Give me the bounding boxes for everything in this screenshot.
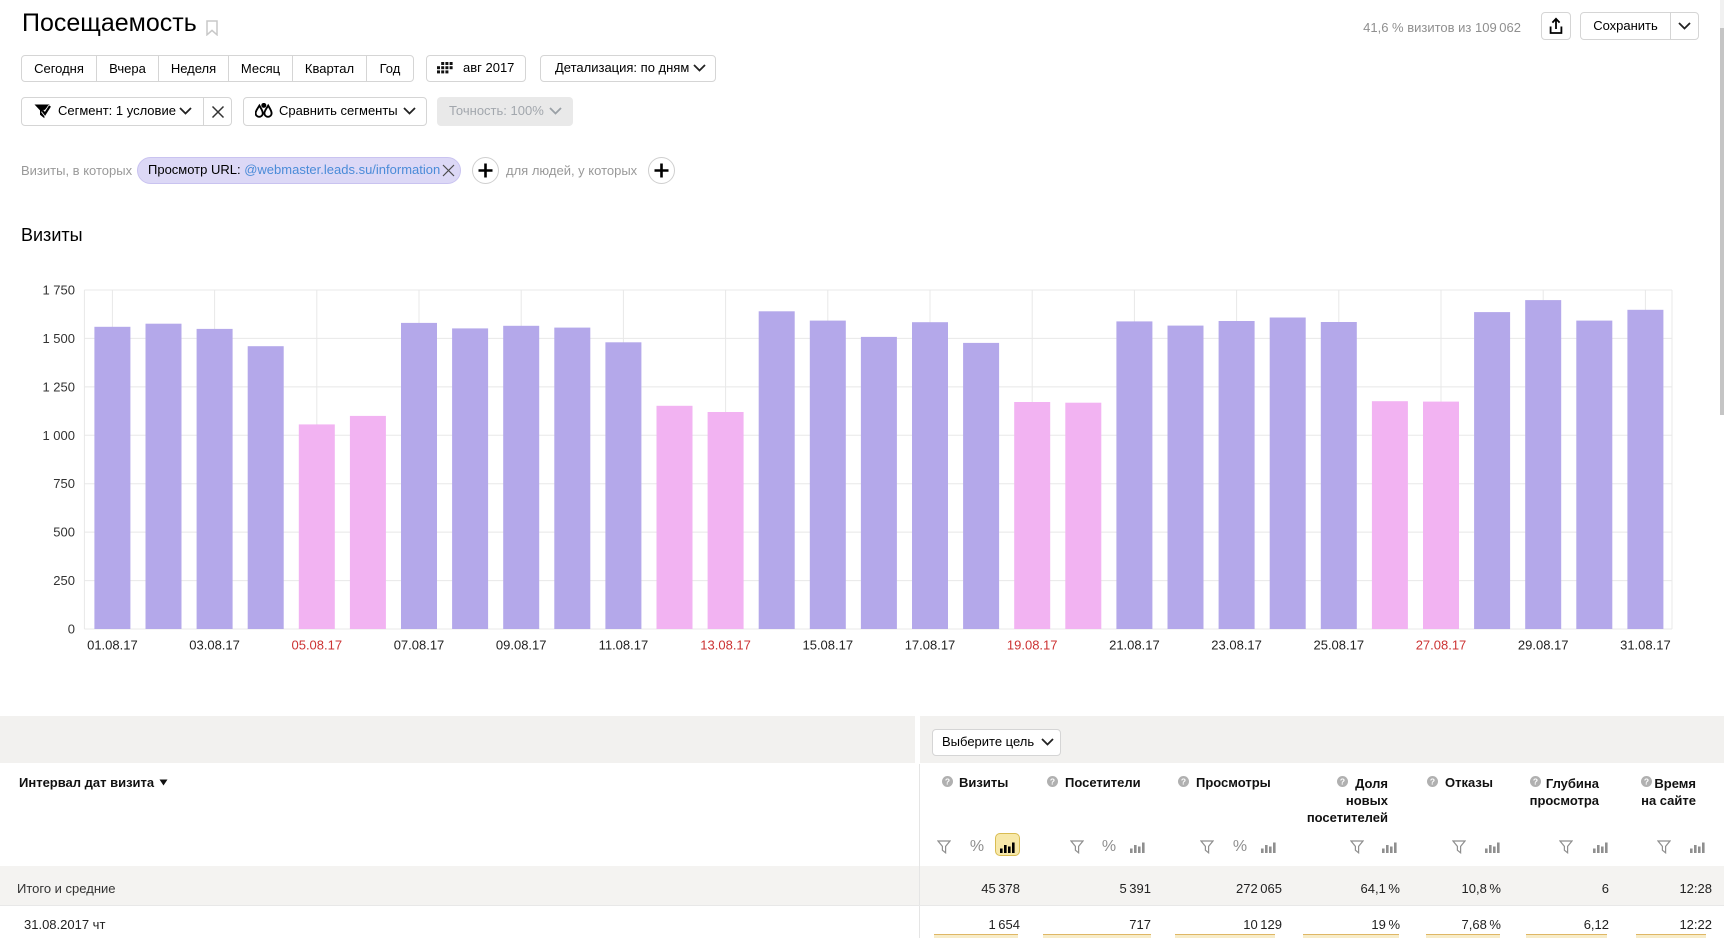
svg-text:09.08.17: 09.08.17 (496, 638, 547, 653)
svg-text:750: 750 (53, 476, 75, 491)
svg-text:?: ? (945, 777, 950, 787)
svg-text:31.08.17: 31.08.17 (1620, 638, 1671, 653)
svg-text:500: 500 (53, 525, 75, 540)
svg-text:07.08.17: 07.08.17 (394, 638, 445, 653)
svg-text:1 750: 1 750 (42, 283, 75, 298)
svg-text:19.08.17: 19.08.17 (1007, 638, 1058, 653)
svg-text:?: ? (1181, 777, 1186, 787)
svg-text:21.08.17: 21.08.17 (1109, 638, 1160, 653)
svg-text:29.08.17: 29.08.17 (1518, 638, 1569, 653)
svg-text:17.08.17: 17.08.17 (905, 638, 956, 653)
svg-text:1 500: 1 500 (42, 331, 75, 346)
svg-text:23.08.17: 23.08.17 (1211, 638, 1262, 653)
svg-text:?: ? (1050, 777, 1055, 787)
svg-text:05.08.17: 05.08.17 (291, 638, 342, 653)
svg-text:250: 250 (53, 573, 75, 588)
svg-text:1 000: 1 000 (42, 428, 75, 443)
svg-text:25.08.17: 25.08.17 (1313, 638, 1364, 653)
svg-text:01.08.17: 01.08.17 (87, 638, 138, 653)
svg-text:1 250: 1 250 (42, 379, 75, 394)
svg-text:13.08.17: 13.08.17 (700, 638, 751, 653)
svg-text:15.08.17: 15.08.17 (802, 638, 853, 653)
svg-text:03.08.17: 03.08.17 (189, 638, 240, 653)
svg-text:11.08.17: 11.08.17 (599, 638, 649, 653)
svg-text:27.08.17: 27.08.17 (1416, 638, 1467, 653)
svg-text:0: 0 (68, 622, 75, 637)
